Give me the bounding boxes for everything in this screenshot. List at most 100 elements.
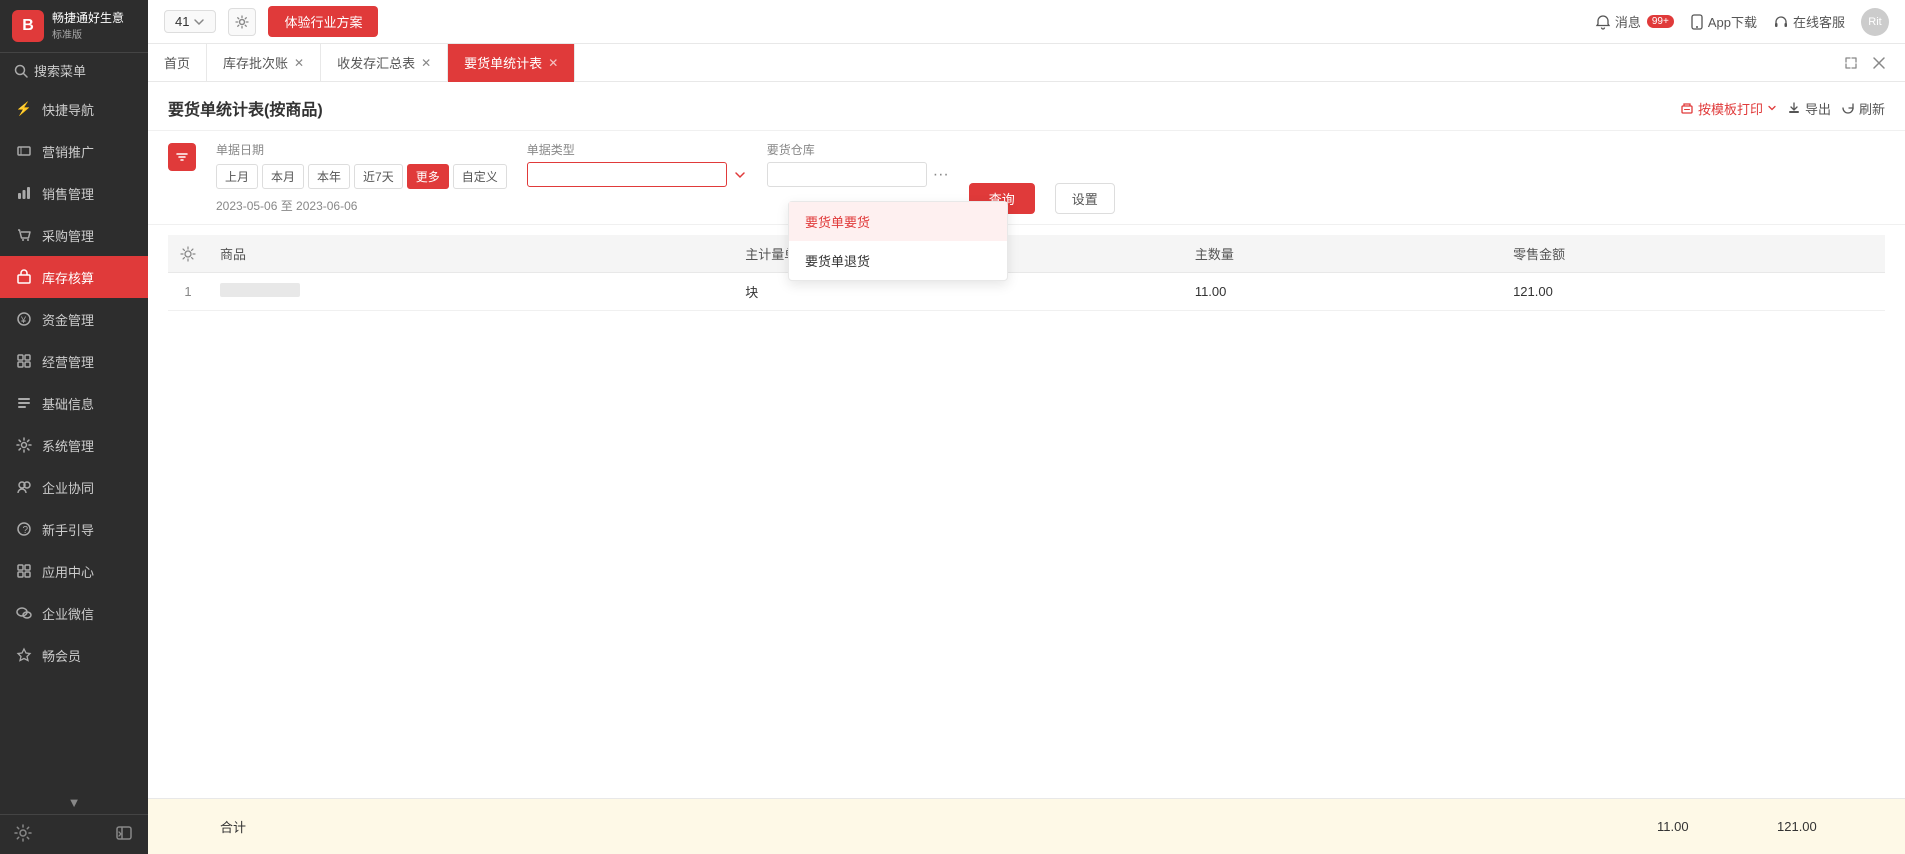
date-btn-this-year[interactable]: 本年	[308, 164, 350, 189]
search-menu-label: 搜索菜单	[34, 61, 86, 80]
sidebar-item-label: 企业微信	[42, 604, 94, 623]
filter-bar: 单据日期 上月 本月 本年 近7天 更多 自定义 2023-05-06 至 20…	[148, 131, 1905, 225]
col-settings-header	[168, 235, 208, 273]
filter-toggle-button[interactable]	[168, 143, 196, 171]
tab-batch-account-close[interactable]: ✕	[294, 56, 304, 70]
column-settings-icon[interactable]	[180, 246, 196, 262]
tabs-bar: 首页 库存批次账 ✕ 收发存汇总表 ✕ 要货单统计表 ✕	[148, 44, 1905, 82]
phone-icon	[1690, 14, 1704, 30]
sidebar-item-member[interactable]: 畅会员	[0, 634, 148, 676]
sidebar-logo: B 畅捷通好生意 标准版	[0, 0, 148, 53]
table-header-row: 商品 主计量单位 主数量 零售金额	[168, 235, 1885, 273]
messages-button[interactable]: 消息 99+	[1595, 12, 1674, 31]
print-icon	[1680, 101, 1694, 115]
main-area: 41 体验行业方案 消息 99+ App下载 在线客服	[148, 0, 1905, 854]
sidebar-item-quick-nav[interactable]: ⚡ 快捷导航	[0, 88, 148, 130]
user-profile[interactable]: Rit	[1861, 8, 1889, 36]
settings-footer-icon[interactable]	[14, 824, 32, 845]
warehouse-filter-input[interactable]	[767, 162, 927, 187]
print-template-button[interactable]: 按模板打印	[1680, 99, 1777, 118]
date-btn-more[interactable]: 更多	[407, 164, 449, 189]
bell-icon	[1595, 14, 1611, 30]
collapse-sidebar-icon[interactable]	[114, 823, 134, 846]
row-seq: 1	[168, 273, 208, 311]
row-amount: 121.00	[1501, 273, 1885, 311]
tab-batch-account[interactable]: 库存批次账 ✕	[207, 44, 321, 82]
product-placeholder	[220, 283, 300, 297]
type-dropdown-arrow[interactable]	[733, 168, 747, 182]
sidebar-item-enterprise[interactable]: 企业协同	[0, 466, 148, 508]
sidebar-item-sales[interactable]: 销售管理	[0, 172, 148, 214]
total-amount: 121.00	[1765, 809, 1885, 844]
online-support-button[interactable]: 在线客服	[1773, 12, 1845, 31]
page-title: 要货单统计表(按商品)	[168, 96, 323, 120]
date-btn-last-7-days[interactable]: 近7天	[354, 164, 403, 189]
col-amount-header: 零售金额	[1501, 235, 1885, 273]
refresh-label: 刷新	[1859, 99, 1885, 118]
sidebar-item-label: 采购管理	[42, 226, 94, 245]
dropdown-item-order-request[interactable]: 要货单要货	[789, 202, 1007, 241]
dropdown-arrow-icon	[1767, 103, 1777, 113]
tab-receivable[interactable]: 收发存汇总表 ✕	[321, 44, 448, 82]
sidebar-item-finance[interactable]: ¥ 资金管理	[0, 298, 148, 340]
tab-order-stat-label: 要货单统计表	[464, 53, 542, 72]
svg-text:?: ?	[23, 525, 29, 536]
sidebar-item-appstore[interactable]: 应用中心	[0, 550, 148, 592]
user-avatar: Rit	[1861, 8, 1889, 36]
logo-icon: B	[12, 10, 44, 42]
topbar-gear-button[interactable]	[228, 8, 256, 36]
sidebar-nav: ⚡ 快捷导航 营销推广 销售管理 采购管理 库存核算	[0, 88, 148, 790]
support-label: 在线客服	[1793, 12, 1845, 31]
sidebar-item-label: 库存核算	[42, 268, 94, 287]
export-icon	[1787, 101, 1801, 115]
sales-icon	[14, 183, 34, 203]
filter-settings-button[interactable]: 设置	[1055, 183, 1115, 214]
sidebar-item-purchase[interactable]: 采购管理	[0, 214, 148, 256]
sidebar-scroll-down[interactable]: ▼	[0, 790, 148, 814]
tab-order-stat-close[interactable]: ✕	[548, 56, 558, 70]
tab-maximize-button[interactable]	[1837, 49, 1865, 77]
type-filter-input[interactable]	[527, 162, 727, 187]
type-filter-label: 单据类型	[527, 141, 747, 158]
app-download-button[interactable]: App下载	[1690, 12, 1757, 31]
tab-home[interactable]: 首页	[148, 44, 207, 82]
warehouse-filter-label: 要货仓库	[767, 141, 949, 158]
logo-name: 畅捷通好生意	[52, 11, 124, 27]
sidebar-item-label: 资金管理	[42, 310, 94, 329]
tab-receivable-close[interactable]: ✕	[421, 56, 431, 70]
sidebar-item-marketing[interactable]: 营销推广	[0, 130, 148, 172]
warehouse-more-button[interactable]: ···	[933, 166, 949, 184]
messages-label: 消息	[1615, 12, 1641, 31]
export-button[interactable]: 导出	[1787, 99, 1831, 118]
date-btn-prev-month[interactable]: 上月	[216, 164, 258, 189]
sidebar-item-operation[interactable]: 经营管理	[0, 340, 148, 382]
sidebar-item-wechat[interactable]: 企业微信	[0, 592, 148, 634]
inventory-icon	[14, 267, 34, 287]
refresh-button[interactable]: 刷新	[1841, 99, 1885, 118]
search-menu-item[interactable]: 搜索菜单	[0, 53, 148, 88]
sidebar-footer	[0, 814, 148, 854]
sidebar-item-basic[interactable]: 基础信息	[0, 382, 148, 424]
trial-button[interactable]: 体验行业方案	[268, 6, 378, 37]
type-filter-input-row	[527, 162, 747, 187]
tab-order-stat[interactable]: 要货单统计表 ✕	[448, 44, 575, 82]
sidebar-item-inventory[interactable]: 库存核算	[0, 256, 148, 298]
col-quantity-header: 主数量	[1183, 235, 1501, 273]
topbar-right: 消息 99+ App下载 在线客服 Rit	[1595, 8, 1889, 36]
row-quantity: 11.00	[1183, 273, 1501, 311]
table-container: 商品 主计量单位 主数量 零售金额 1 块	[148, 235, 1905, 311]
export-label: 导出	[1805, 99, 1831, 118]
date-btn-custom[interactable]: 自定义	[453, 164, 507, 189]
finance-icon: ¥	[14, 309, 34, 329]
sidebar-item-guide[interactable]: ? 新手引导	[0, 508, 148, 550]
tabs-actions	[1837, 49, 1905, 77]
dropdown-item-order-return[interactable]: 要货单退货	[789, 241, 1007, 280]
tab-batch-account-label: 库存批次账	[223, 53, 288, 72]
store-selector[interactable]: 41	[164, 10, 216, 33]
page-header: 要货单统计表(按商品) 按模板打印 导出 刷新	[148, 82, 1905, 131]
sidebar-item-label: 营销推广	[42, 142, 94, 161]
store-number: 41	[175, 14, 189, 29]
date-btn-this-month[interactable]: 本月	[262, 164, 304, 189]
tab-close-all-button[interactable]	[1865, 49, 1893, 77]
sidebar-item-system[interactable]: 系统管理	[0, 424, 148, 466]
